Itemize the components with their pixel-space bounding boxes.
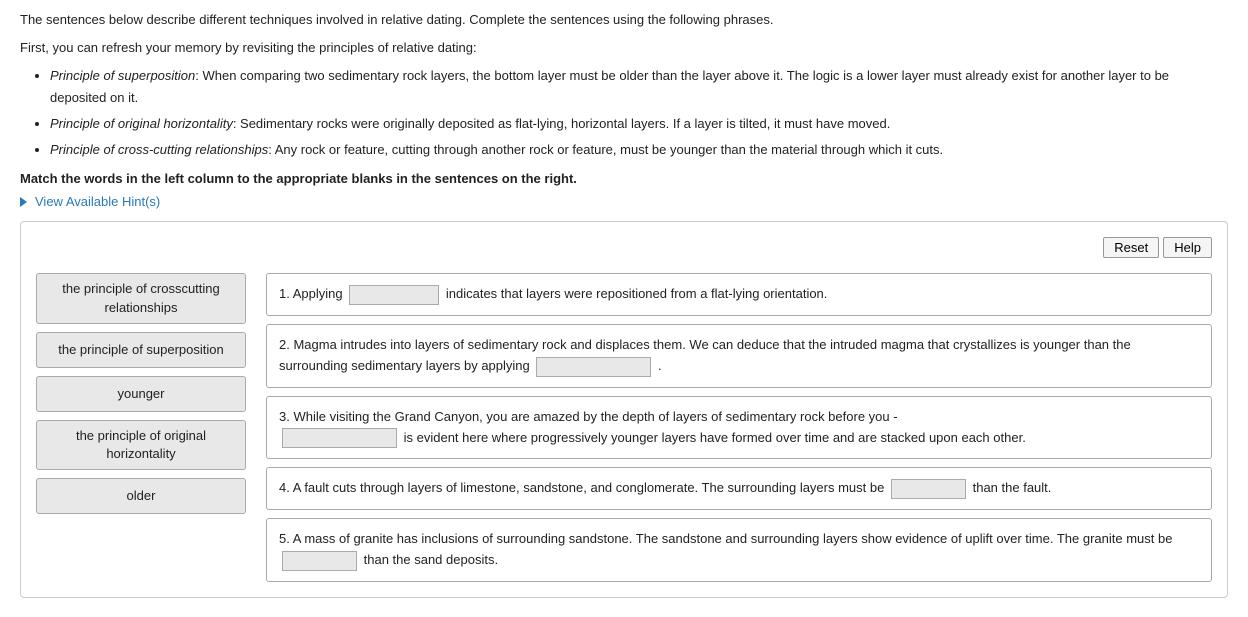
hint-arrow-icon xyxy=(20,197,27,207)
sentence-3: 3. While visiting the Grand Canyon, you … xyxy=(266,396,1212,460)
drag-item-crosscutting[interactable]: the principle of crosscutting relationsh… xyxy=(36,273,246,323)
principles-list: Principle of superposition: When compari… xyxy=(20,65,1228,161)
principle-crosscutting-text: : Any rock or feature, cutting through a… xyxy=(268,142,943,157)
sentence-2-blank[interactable] xyxy=(536,357,651,377)
principle-crosscutting-title: Principle of cross-cutting relationships xyxy=(50,142,268,157)
sentence-1-after: indicates that layers were repositioned … xyxy=(446,286,828,301)
exercise-container: Reset Help the principle of crosscutting… xyxy=(20,221,1228,597)
drag-item-younger[interactable]: younger xyxy=(36,376,246,412)
drag-item-horizontality[interactable]: the principle of original horizontality xyxy=(36,420,246,470)
intro-line1: The sentences below describe different t… xyxy=(20,10,1228,30)
left-column: the principle of crosscutting relationsh… xyxy=(36,273,246,581)
sentence-2: 2. Magma intrudes into layers of sedimen… xyxy=(266,324,1212,388)
principle-horizontality-title: Principle of original horizontality xyxy=(50,116,233,131)
sentence-4: 4. A fault cuts through layers of limest… xyxy=(266,467,1212,510)
sentence-3-number: 3. xyxy=(279,409,290,424)
principle-superposition: Principle of superposition: When compari… xyxy=(50,65,1228,109)
principle-horizontality: Principle of original horizontality: Sed… xyxy=(50,113,1228,135)
principle-superposition-text: : When comparing two sedimentary rock la… xyxy=(50,68,1169,105)
sentence-4-after: than the fault. xyxy=(973,480,1052,495)
hint-link-label: View Available Hint(s) xyxy=(35,194,160,209)
sentence-2-number: 2. xyxy=(279,337,290,352)
intro-line2: First, you can refresh your memory by re… xyxy=(20,38,1228,58)
sentence-3-blank[interactable] xyxy=(282,428,397,448)
sentence-1: 1. Applying indicates that layers were r… xyxy=(266,273,1212,316)
match-instruction: Match the words in the left column to th… xyxy=(20,171,1228,186)
hint-link[interactable]: View Available Hint(s) xyxy=(20,194,160,209)
sentence-2-after: . xyxy=(658,358,662,373)
sentence-5-blank[interactable] xyxy=(282,551,357,571)
drag-item-superposition[interactable]: the principle of superposition xyxy=(36,332,246,368)
sentence-1-blank[interactable] xyxy=(349,285,439,305)
help-button[interactable]: Help xyxy=(1163,237,1212,258)
principle-horizontality-text: : Sedimentary rocks were originally depo… xyxy=(233,116,891,131)
sentence-4-blank[interactable] xyxy=(891,479,966,499)
sentence-4-number: 4. xyxy=(279,480,290,495)
drag-item-older[interactable]: older xyxy=(36,478,246,514)
sentence-5-after: than the sand deposits. xyxy=(364,552,498,567)
principle-superposition-title: Principle of superposition xyxy=(50,68,195,83)
right-column: 1. Applying indicates that layers were r… xyxy=(266,273,1212,581)
sentence-1-before-text: Applying xyxy=(293,286,343,301)
principle-crosscutting: Principle of cross-cutting relationships… xyxy=(50,139,1228,161)
sentence-5-number: 5. xyxy=(279,531,290,546)
top-buttons: Reset Help xyxy=(36,237,1212,258)
exercise-body: the principle of crosscutting relationsh… xyxy=(36,273,1212,581)
sentence-3-after: is evident here where progressively youn… xyxy=(404,430,1026,445)
sentence-1-number: 1. xyxy=(279,286,290,301)
reset-button[interactable]: Reset xyxy=(1103,237,1159,258)
sentence-5: 5. A mass of granite has inclusions of s… xyxy=(266,518,1212,582)
